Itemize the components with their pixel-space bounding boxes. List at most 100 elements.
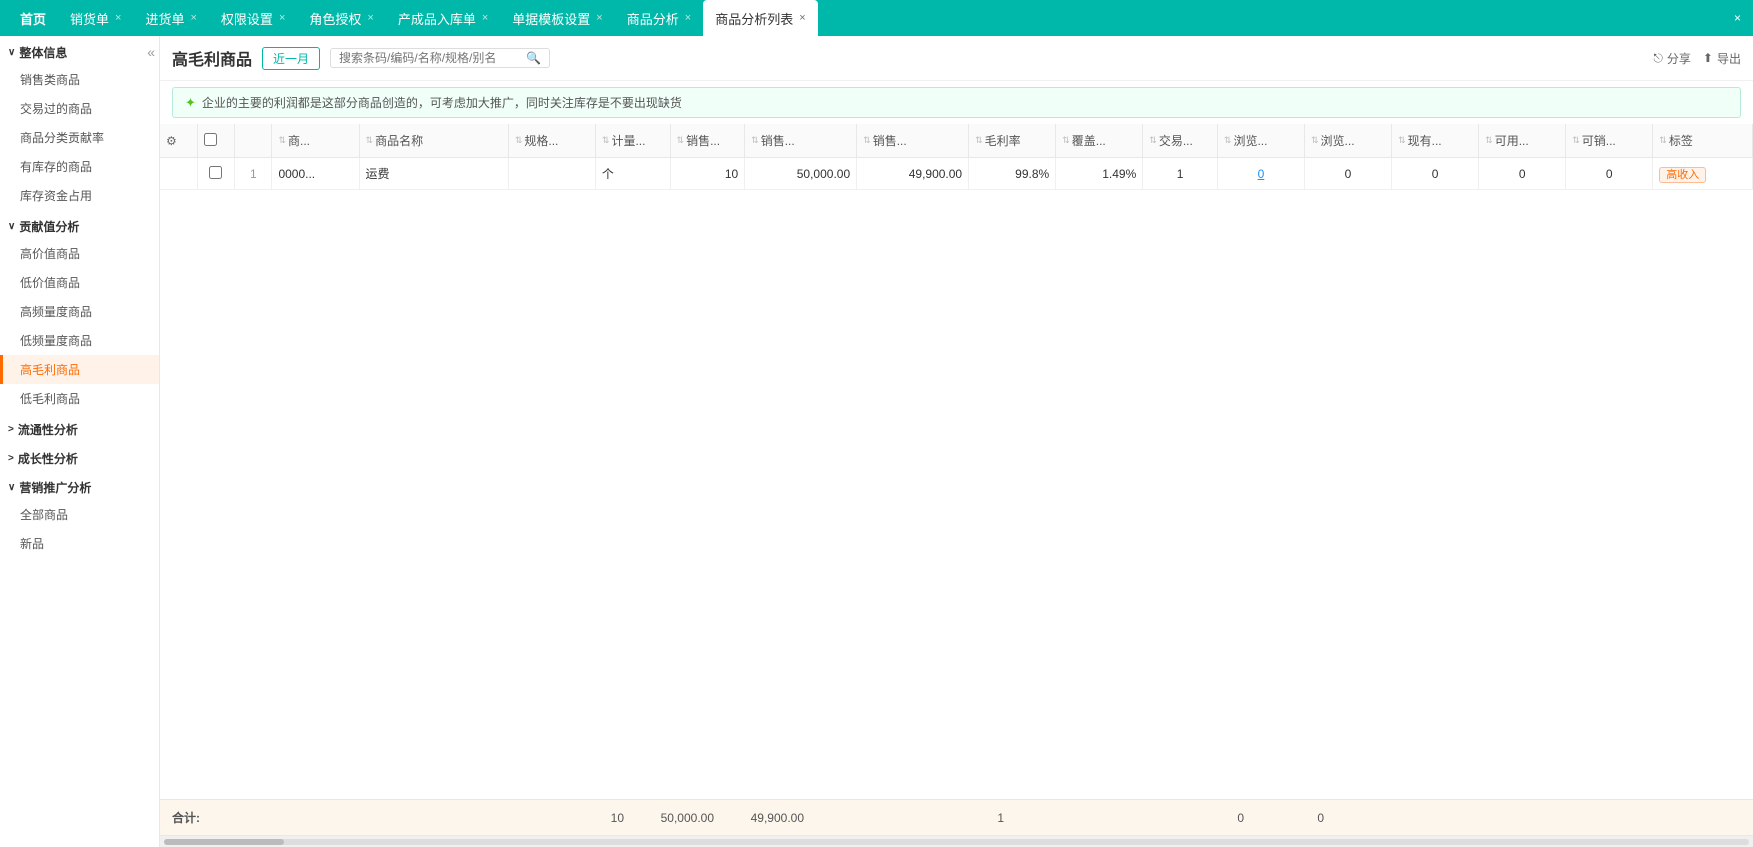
table-row: 10000...运费个1050,000.0049,900.0099.8%1.49…: [160, 158, 1753, 190]
col-header-tag[interactable]: ⇅标签: [1653, 124, 1753, 158]
horizontal-scrollbar[interactable]: [160, 835, 1753, 847]
row-available3: 0: [1566, 158, 1653, 190]
scrollbar-thumb[interactable]: [164, 839, 284, 845]
top-nav-bar: 首页销货单×进货单×权限设置×角色授权×产成品入库单×单据模板设置×商品分析×商…: [0, 0, 1753, 36]
nav-close-template-settings[interactable]: ×: [596, 12, 602, 24]
sort-icon-available1[interactable]: ⇅: [1398, 135, 1406, 146]
sidebar-item-contribution-rate[interactable]: 商品分类贡献率: [0, 123, 159, 152]
col-header-sales-qty[interactable]: ⇅销售...: [670, 124, 745, 158]
col-header-available3[interactable]: ⇅可销...: [1566, 124, 1653, 158]
search-icon[interactable]: 🔍: [526, 51, 541, 65]
footer-available1: 0: [1170, 811, 1250, 825]
period-button[interactable]: 近一月: [262, 47, 320, 70]
footer-cells: 10 50,000.00 49,900.00 1 0 0: [220, 811, 1741, 825]
sort-icon-sales-qty[interactable]: ⇅: [677, 135, 685, 146]
nav-close-permission-settings[interactable]: ×: [279, 12, 285, 24]
sort-icon-browse2[interactable]: ⇅: [1311, 135, 1319, 146]
col-label-sales-profit: 销售...: [873, 132, 907, 149]
col-header-sales-profit[interactable]: ⇅销售...: [857, 124, 969, 158]
sidebar-item-traded-goods[interactable]: 交易过的商品: [0, 94, 159, 123]
sidebar-group-marketing[interactable]: ∨营销推广分析: [0, 471, 159, 500]
sort-icon-unit[interactable]: ⇅: [602, 135, 610, 146]
nav-close-product-analysis[interactable]: ×: [685, 12, 691, 24]
sort-icon-trade[interactable]: ⇅: [1149, 135, 1157, 146]
nav-close-purchase[interactable]: ×: [190, 12, 196, 24]
sort-icon-spec[interactable]: ⇅: [515, 135, 523, 146]
col-header-browse1[interactable]: ⇅浏览...: [1217, 124, 1304, 158]
export-button[interactable]: ⬆ 导出: [1703, 50, 1741, 67]
row-tag[interactable]: 高收入: [1653, 158, 1753, 190]
nav-item-product-storage[interactable]: 产成品入库单×: [386, 0, 500, 36]
row-number: 1: [235, 158, 272, 190]
table-wrapper: ⚙⇅商...⇅商品名称⇅规格...⇅计量...⇅销售...⇅销售...⇅销售..…: [160, 124, 1753, 799]
link-cell[interactable]: 0: [1258, 167, 1265, 181]
sidebar-item-low-value[interactable]: 低价值商品: [0, 268, 159, 297]
sidebar-item-high-freq[interactable]: 高频量度商品: [0, 297, 159, 326]
col-header-browse2[interactable]: ⇅浏览...: [1304, 124, 1391, 158]
sidebar-item-in-stock[interactable]: 有库存的商品: [0, 152, 159, 181]
sidebar-group-flow[interactable]: >流通性分析: [0, 413, 159, 442]
col-label-trade: 交易...: [1159, 132, 1193, 149]
nav-close-role-permission[interactable]: ×: [367, 12, 373, 24]
col-label-unit: 计量...: [611, 132, 645, 149]
sidebar-item-new-goods[interactable]: 新品: [0, 529, 159, 558]
row-unit: 个: [595, 158, 670, 190]
nav-close-product-analysis-list[interactable]: ×: [799, 12, 805, 24]
col-label-available2: 可用...: [1495, 132, 1529, 149]
footer-available2: 0: [1250, 811, 1330, 825]
header-actions: ⎋ 分享 ⬆ 导出: [1653, 50, 1741, 67]
col-header-margin-rate[interactable]: ⇅毛利率: [969, 124, 1056, 158]
col-header-sales-amt[interactable]: ⇅销售...: [745, 124, 857, 158]
sort-icon-available2[interactable]: ⇅: [1485, 135, 1493, 146]
sidebar-item-high-margin[interactable]: 高毛利商品: [0, 355, 159, 384]
col-header-unit[interactable]: ⇅计量...: [595, 124, 670, 158]
nav-item-role-permission[interactable]: 角色授权×: [297, 0, 385, 36]
sidebar-item-high-value[interactable]: 高价值商品: [0, 239, 159, 268]
sort-icon-name[interactable]: ⇅: [366, 135, 374, 146]
sort-icon-available3[interactable]: ⇅: [1572, 135, 1580, 146]
sort-icon-tag[interactable]: ⇅: [1659, 135, 1667, 146]
row-browse1[interactable]: 0: [1217, 158, 1304, 190]
col-header-code[interactable]: ⇅商...: [272, 124, 359, 158]
nav-item-product-analysis[interactable]: 商品分析×: [615, 0, 703, 36]
search-input[interactable]: [339, 51, 526, 65]
nav-close-product-storage[interactable]: ×: [482, 12, 488, 24]
window-close-button[interactable]: ×: [1730, 9, 1745, 27]
nav-item-permission-settings[interactable]: 权限设置×: [209, 0, 297, 36]
alert-bar: ✦ 企业的主要的利润都是这部分商品创造的，可考虑加大推广，同时关注库存是不要出现…: [172, 87, 1741, 118]
nav-item-sales[interactable]: 销货单×: [58, 0, 133, 36]
sidebar-group-overall[interactable]: ∨整体信息: [0, 36, 159, 65]
nav-item-home[interactable]: 首页: [8, 0, 58, 36]
row-checkbox-0[interactable]: [209, 166, 222, 179]
col-header-trade[interactable]: ⇅交易...: [1143, 124, 1218, 158]
sort-icon-margin-rate[interactable]: ⇅: [975, 135, 983, 146]
col-header-available1[interactable]: ⇅现有...: [1392, 124, 1479, 158]
sidebar-item-low-freq[interactable]: 低频量度商品: [0, 326, 159, 355]
nav-item-purchase[interactable]: 进货单×: [133, 0, 208, 36]
sidebar-group-financial[interactable]: ∨贡献值分析: [0, 210, 159, 239]
col-header-name[interactable]: ⇅商品名称: [359, 124, 508, 158]
sort-icon-code[interactable]: ⇅: [278, 135, 286, 146]
select-all-checkbox[interactable]: [204, 133, 217, 146]
nav-item-template-settings[interactable]: 单据模板设置×: [500, 0, 614, 36]
sort-icon-browse1[interactable]: ⇅: [1224, 135, 1232, 146]
share-button[interactable]: ⎋ 分享: [1653, 50, 1691, 67]
nav-close-sales[interactable]: ×: [115, 12, 121, 24]
sidebar-collapse-button[interactable]: «: [147, 44, 155, 60]
col-header-spec[interactable]: ⇅规格...: [508, 124, 595, 158]
sidebar-item-all-goods[interactable]: 全部商品: [0, 500, 159, 529]
sidebar-item-sales-goods[interactable]: 销售类商品: [0, 65, 159, 94]
col-header-coverage[interactable]: ⇅覆盖...: [1056, 124, 1143, 158]
sort-icon-sales-profit[interactable]: ⇅: [863, 135, 871, 146]
sidebar-group-growth[interactable]: >成长性分析: [0, 442, 159, 471]
col-settings[interactable]: ⚙: [160, 124, 197, 158]
main-layout: « ∨整体信息销售类商品交易过的商品商品分类贡献率有库存的商品库存资金占用∨贡献…: [0, 36, 1753, 847]
sidebar-item-low-margin[interactable]: 低毛利商品: [0, 384, 159, 413]
settings-icon[interactable]: ⚙: [166, 134, 177, 148]
sort-icon-sales-amt[interactable]: ⇅: [751, 135, 759, 146]
col-header-available2[interactable]: ⇅可用...: [1479, 124, 1566, 158]
col-checkbox[interactable]: [197, 124, 234, 158]
sidebar-item-capital-occupation[interactable]: 库存资金占用: [0, 181, 159, 210]
nav-item-product-analysis-list[interactable]: 商品分析列表×: [703, 0, 817, 36]
sort-icon-coverage[interactable]: ⇅: [1062, 135, 1070, 146]
